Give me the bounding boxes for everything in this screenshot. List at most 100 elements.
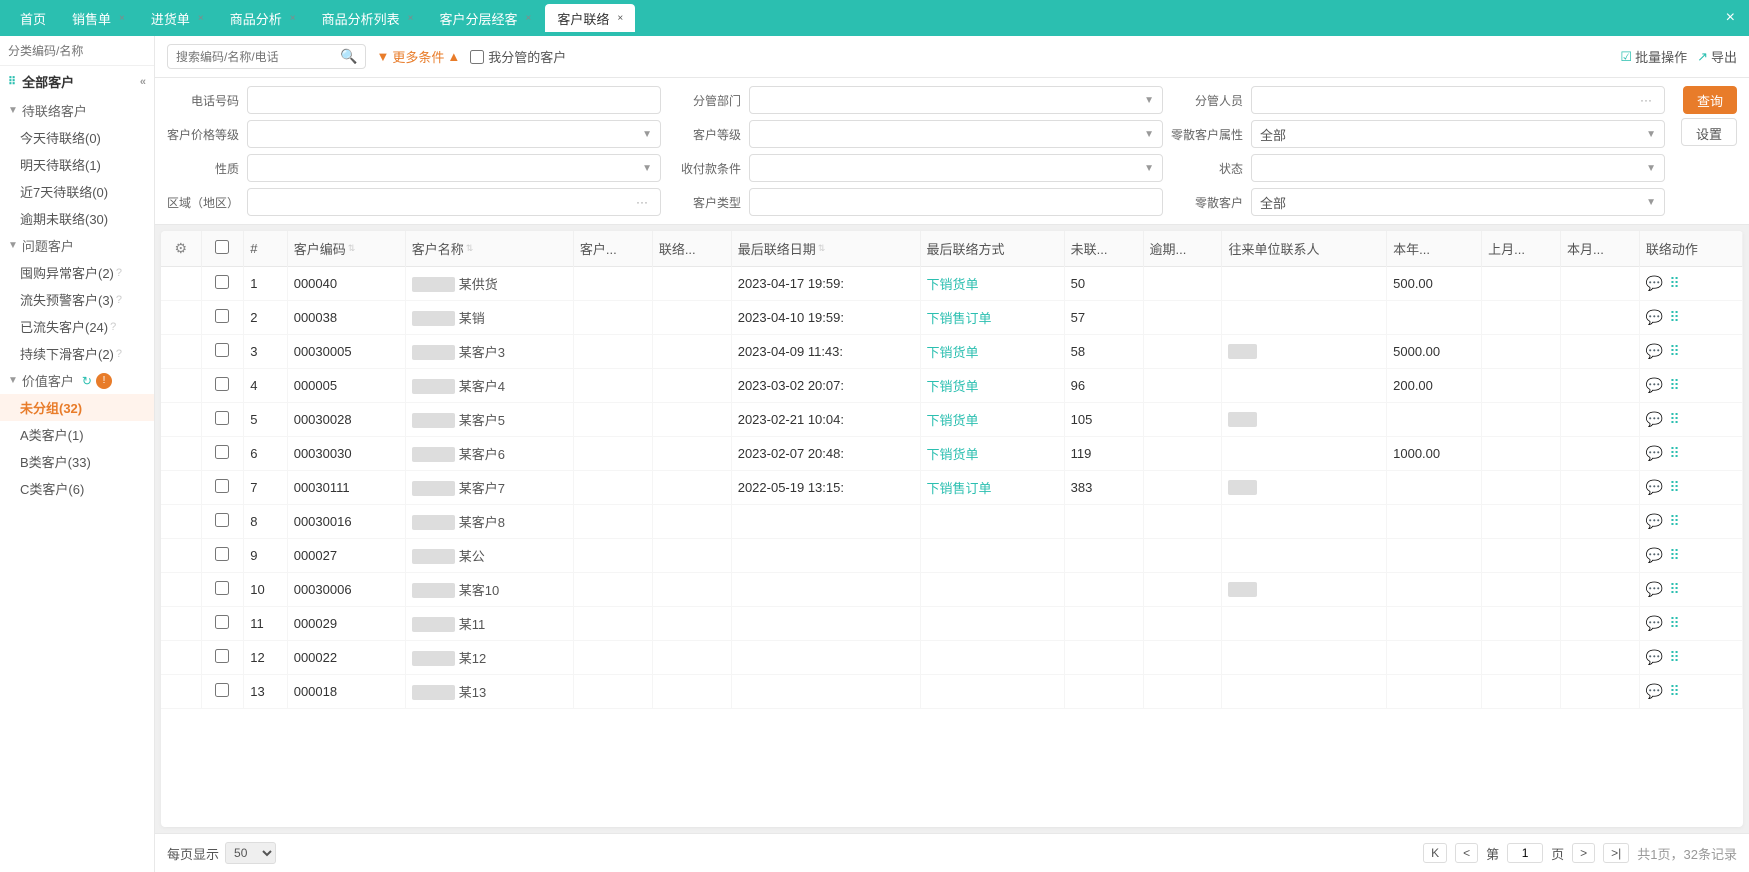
contact-action-icon[interactable]: 💬: [1646, 479, 1663, 496]
problem-customers-group[interactable]: ▼ 问题客户: [0, 232, 154, 259]
th-last-contact-date[interactable]: 最后联络日期 ⇅: [731, 231, 920, 267]
tab-sales-close[interactable]: ×: [119, 13, 125, 24]
contact-action-icon[interactable]: 💬: [1646, 377, 1663, 394]
sidebar-item-unsorted[interactable]: 未分组(32): [0, 394, 154, 421]
my-customer-checkbox[interactable]: [470, 50, 484, 64]
filter-status-select[interactable]: ▼: [1251, 154, 1665, 182]
batch-op-button[interactable]: ☑ 批量操作: [1620, 47, 1687, 66]
more-action-icon[interactable]: ⠿: [1669, 343, 1679, 360]
contact-action-icon[interactable]: 💬: [1646, 411, 1663, 428]
row-checkbox[interactable]: [215, 411, 229, 425]
row-checkbox[interactable]: [215, 581, 229, 595]
tab-home[interactable]: 首页: [8, 4, 58, 32]
more-action-icon[interactable]: ⠿: [1669, 683, 1679, 700]
more-action-icon[interactable]: ⠿: [1669, 513, 1679, 530]
tab-customer-segment-close[interactable]: ×: [525, 13, 531, 24]
main-search-input[interactable]: [176, 50, 336, 64]
export-button[interactable]: ↗ 导出: [1697, 47, 1737, 66]
th-name[interactable]: 客户名称 ⇅: [405, 231, 573, 267]
contact-type-link[interactable]: 下销货单: [927, 413, 979, 428]
filter-scatter-select[interactable]: 全部▼: [1251, 188, 1665, 216]
more-action-icon[interactable]: ⠿: [1669, 275, 1679, 292]
contact-action-icon[interactable]: 💬: [1646, 343, 1663, 360]
filter-phone-input[interactable]: [247, 86, 661, 114]
filter-region-input[interactable]: ···: [247, 188, 661, 216]
sidebar-item-class-a[interactable]: A类客户(1): [0, 421, 154, 448]
row-checkbox[interactable]: [215, 513, 229, 527]
tab-product-analysis-list-close[interactable]: ×: [408, 13, 414, 24]
sidebar-item-tomorrow-contact[interactable]: 明天待联络(1): [0, 151, 154, 178]
row-checkbox[interactable]: [215, 479, 229, 493]
sidebar-item-7days-contact[interactable]: 近7天待联络(0): [0, 178, 154, 205]
more-action-icon[interactable]: ⠿: [1669, 309, 1679, 326]
first-page-button[interactable]: K: [1423, 843, 1447, 863]
contact-type-link[interactable]: 下销售订单: [927, 481, 992, 496]
row-checkbox[interactable]: [215, 649, 229, 663]
tab-product-analysis[interactable]: 商品分析 ×: [218, 4, 308, 32]
contact-action-icon[interactable]: 💬: [1646, 513, 1663, 530]
more-action-icon[interactable]: ⠿: [1669, 581, 1679, 598]
contact-type-link[interactable]: 下销货单: [927, 277, 979, 292]
sidebar-item-churn-warning[interactable]: 流失预警客户(3) ?: [0, 286, 154, 313]
more-action-icon[interactable]: ⠿: [1669, 377, 1679, 394]
gear-icon[interactable]: ⚙: [174, 240, 187, 256]
sidebar-item-churned[interactable]: 已流失客户(24) ?: [0, 313, 154, 340]
sort-icon-date[interactable]: ⇅: [818, 243, 826, 254]
sidebar-item-class-c[interactable]: C类客户(6): [0, 475, 154, 502]
sidebar-search-input[interactable]: [8, 44, 155, 58]
all-customers-header[interactable]: ⠿ 全部客户 «: [0, 66, 154, 97]
row-checkbox[interactable]: [215, 683, 229, 697]
filter-payment-select[interactable]: ▼: [749, 154, 1163, 182]
contact-action-icon[interactable]: 💬: [1646, 445, 1663, 462]
page-number-input[interactable]: [1507, 843, 1543, 863]
contact-type-link[interactable]: 下销货单: [927, 379, 979, 394]
filter-dept-select[interactable]: ▼: [749, 86, 1163, 114]
valuable-customers-group[interactable]: ▼ 价值客户 ↻ !: [0, 367, 154, 394]
tab-customer-contact-close[interactable]: ×: [617, 13, 623, 24]
filter-customer-type-input[interactable]: [749, 188, 1163, 216]
my-customer-checkbox-container[interactable]: 我分管的客户: [470, 47, 566, 66]
prev-page-button[interactable]: <: [1455, 843, 1478, 863]
last-page-button[interactable]: >|: [1603, 843, 1629, 863]
main-search-icon[interactable]: 🔍: [340, 48, 357, 65]
next-page-button[interactable]: >: [1572, 843, 1595, 863]
row-checkbox[interactable]: [215, 343, 229, 357]
tab-purchase[interactable]: 进货单 ×: [139, 4, 216, 32]
select-all-checkbox[interactable]: [215, 240, 229, 254]
page-size-select[interactable]: 50 100 200: [225, 842, 276, 864]
sidebar-item-class-b[interactable]: B类客户(33): [0, 448, 154, 475]
filter-scatter-attr-select[interactable]: 全部▼: [1251, 120, 1665, 148]
reset-button[interactable]: 设置: [1681, 118, 1737, 146]
row-checkbox[interactable]: [215, 445, 229, 459]
sidebar-item-overdue-contact[interactable]: 逾期未联络(30): [0, 205, 154, 232]
tab-sales[interactable]: 销售单 ×: [60, 4, 137, 32]
more-action-icon[interactable]: ⠿: [1669, 615, 1679, 632]
more-action-icon[interactable]: ⠿: [1669, 547, 1679, 564]
contact-action-icon[interactable]: 💬: [1646, 547, 1663, 564]
th-code[interactable]: 客户编码 ⇅: [287, 231, 405, 267]
contact-type-link[interactable]: 下销售订单: [927, 311, 992, 326]
refresh-icon[interactable]: ↻: [82, 374, 92, 388]
tab-product-analysis-close[interactable]: ×: [290, 13, 296, 24]
contact-action-icon[interactable]: 💬: [1646, 275, 1663, 292]
tab-purchase-close[interactable]: ×: [198, 13, 204, 24]
contact-type-link[interactable]: 下销货单: [927, 345, 979, 360]
row-checkbox[interactable]: [215, 615, 229, 629]
more-action-icon[interactable]: ⠿: [1669, 649, 1679, 666]
row-checkbox[interactable]: [215, 547, 229, 561]
tab-customer-contact[interactable]: 客户联络 ×: [545, 4, 635, 32]
more-action-icon[interactable]: ⠿: [1669, 479, 1679, 496]
contact-action-icon[interactable]: 💬: [1646, 683, 1663, 700]
sidebar-item-today-contact[interactable]: 今天待联络(0): [0, 124, 154, 151]
row-checkbox[interactable]: [215, 377, 229, 391]
filter-price-level-select[interactable]: ▼: [247, 120, 661, 148]
filter-nature-select[interactable]: ▼: [247, 154, 661, 182]
filter-customer-level-select[interactable]: ▼: [749, 120, 1163, 148]
more-action-icon[interactable]: ⠿: [1669, 411, 1679, 428]
sort-icon-name[interactable]: ⇅: [466, 243, 474, 254]
filter-person-input[interactable]: ···: [1251, 86, 1665, 114]
contact-action-icon[interactable]: 💬: [1646, 615, 1663, 632]
waiting-contact-group[interactable]: ▼ 待联络客户: [0, 97, 154, 124]
filter-region-dots[interactable]: ···: [632, 195, 652, 209]
sidebar-item-declining[interactable]: 持续下滑客户(2) ?: [0, 340, 154, 367]
